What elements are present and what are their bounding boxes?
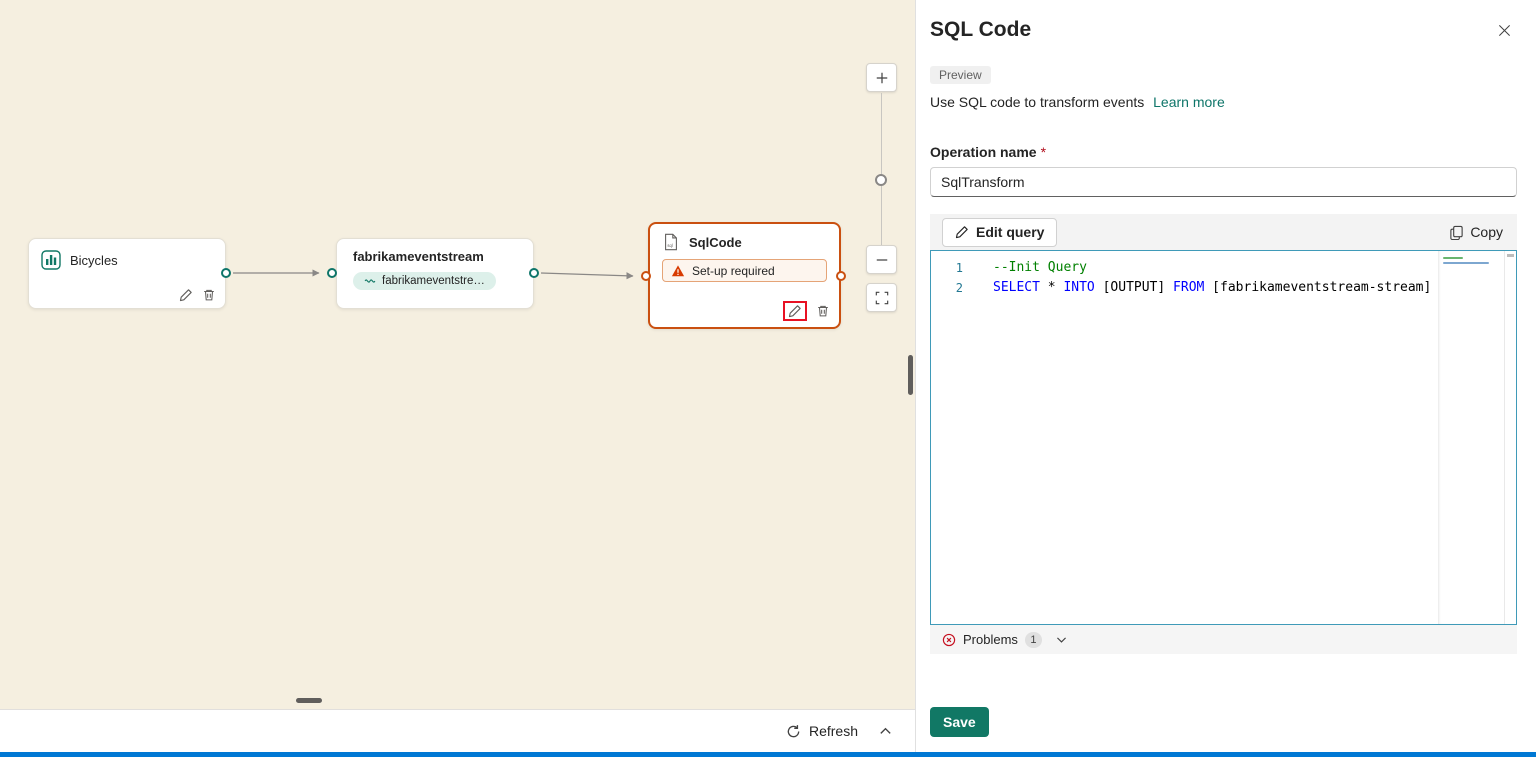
line-number: 2: [955, 281, 963, 295]
pencil-icon: [955, 225, 969, 239]
problems-label: Problems: [963, 632, 1018, 647]
sql-code-editor[interactable]: 12 --Init Query SELECT * INTO [OUTPUT] FR…: [930, 250, 1517, 625]
eventstream-stream-badge-label: fabrikameventstre…: [382, 275, 485, 287]
panel-title: SQL Code: [930, 18, 1032, 41]
connector-bicycles-out[interactable]: [221, 268, 231, 278]
line-number: 1: [955, 261, 963, 275]
edit-query-button[interactable]: Edit query: [942, 217, 1058, 247]
code-lines[interactable]: --Init Query SELECT * INTO [OUTPUT] FROM …: [977, 251, 1516, 624]
minimap-line: [1443, 262, 1489, 264]
warning-icon: [671, 264, 685, 278]
node-bicycles[interactable]: Bicycles: [28, 238, 226, 309]
delete-node-button[interactable]: [202, 288, 216, 302]
trash-icon: [202, 288, 216, 302]
save-button[interactable]: Save: [930, 707, 989, 737]
minimap-line: [1443, 257, 1463, 259]
taskbar-strip: [0, 752, 1536, 757]
setup-required-label: Set-up required: [692, 263, 775, 278]
trash-icon: [816, 304, 830, 318]
close-panel-button[interactable]: [1491, 17, 1517, 43]
sql-document-icon: sql: [662, 233, 680, 251]
copy-icon: [1449, 225, 1464, 240]
close-icon: [1497, 23, 1512, 38]
problems-bar[interactable]: Problems 1: [930, 625, 1517, 654]
plus-icon: [875, 71, 889, 85]
vertical-scrollbar[interactable]: [908, 355, 913, 395]
learn-more-link[interactable]: Learn more: [1153, 94, 1225, 110]
refresh-icon: [786, 724, 801, 739]
description-text: Use SQL code to transform events: [930, 94, 1145, 110]
eventstream-canvas[interactable]: Bicycles fabrikameventstream fabrikameve…: [0, 0, 915, 709]
node-sqlcode[interactable]: sql SqlCode Set-up required: [648, 222, 841, 329]
edit-query-label: Edit query: [976, 224, 1045, 240]
svg-text:sql: sql: [667, 243, 672, 248]
editor-toolbar: Edit query Copy: [930, 214, 1517, 250]
zoom-slider-track[interactable]: [881, 93, 882, 245]
stream-icon: [364, 275, 376, 287]
problems-count-badge: 1: [1024, 631, 1042, 648]
pencil-icon: [788, 304, 802, 318]
bar-chart-icon: [41, 250, 61, 270]
error-icon: [942, 633, 956, 647]
zoom-slider-handle[interactable]: [875, 174, 887, 186]
node-fabrikameventstream[interactable]: fabrikameventstream fabrikameventstre…: [336, 238, 534, 309]
setup-required-warning: Set-up required: [662, 259, 827, 282]
required-asterisk: *: [1040, 144, 1047, 160]
line-numbers: 12: [931, 251, 977, 624]
connector-sqlcode-in[interactable]: [641, 271, 651, 281]
connector-eventstream-in[interactable]: [327, 268, 337, 278]
collapse-bottom-panel-button[interactable]: [878, 724, 893, 739]
panel-description: Use SQL code to transform events Learn m…: [930, 94, 1517, 111]
node-sqlcode-label: SqlCode: [689, 234, 742, 250]
node-eventstream-label: fabrikameventstream: [353, 249, 484, 264]
pencil-icon: [179, 288, 193, 302]
connector-eventstream-out[interactable]: [529, 268, 539, 278]
chevron-up-icon: [878, 724, 893, 739]
ruler-mark: [1507, 254, 1514, 257]
sql-code-panel: SQL Code Preview Use SQL code to transfo…: [915, 0, 1536, 752]
eventstream-stream-badge[interactable]: fabrikameventstre…: [353, 272, 496, 290]
fit-screen-icon: [875, 291, 889, 305]
zoom-out-button[interactable]: [866, 245, 897, 274]
copy-button[interactable]: Copy: [1449, 224, 1503, 240]
operation-name-label: Operation name *: [930, 144, 1047, 160]
zoom-in-button[interactable]: [866, 63, 897, 92]
minus-icon: [875, 253, 889, 267]
horizontal-scrollbar[interactable]: [296, 698, 322, 703]
operation-name-input[interactable]: [930, 167, 1517, 197]
refresh-label: Refresh: [808, 723, 858, 739]
overview-ruler[interactable]: [1504, 251, 1516, 624]
canvas-bottom-bar: Refresh: [0, 709, 915, 752]
preview-badge: Preview: [930, 66, 991, 84]
refresh-button[interactable]: Refresh: [786, 723, 858, 739]
minimap[interactable]: [1438, 251, 1504, 624]
chevron-down-icon: [1055, 633, 1068, 646]
node-bicycles-label: Bicycles: [70, 252, 118, 268]
connector-sqlcode-out[interactable]: [836, 271, 846, 281]
fit-to-screen-button[interactable]: [866, 283, 897, 312]
delete-sqlcode-button[interactable]: [816, 304, 830, 318]
edit-sqlcode-button[interactable]: [783, 301, 807, 321]
copy-label: Copy: [1470, 224, 1503, 240]
edges-layer: [233, 269, 634, 280]
edit-node-button[interactable]: [179, 288, 193, 302]
